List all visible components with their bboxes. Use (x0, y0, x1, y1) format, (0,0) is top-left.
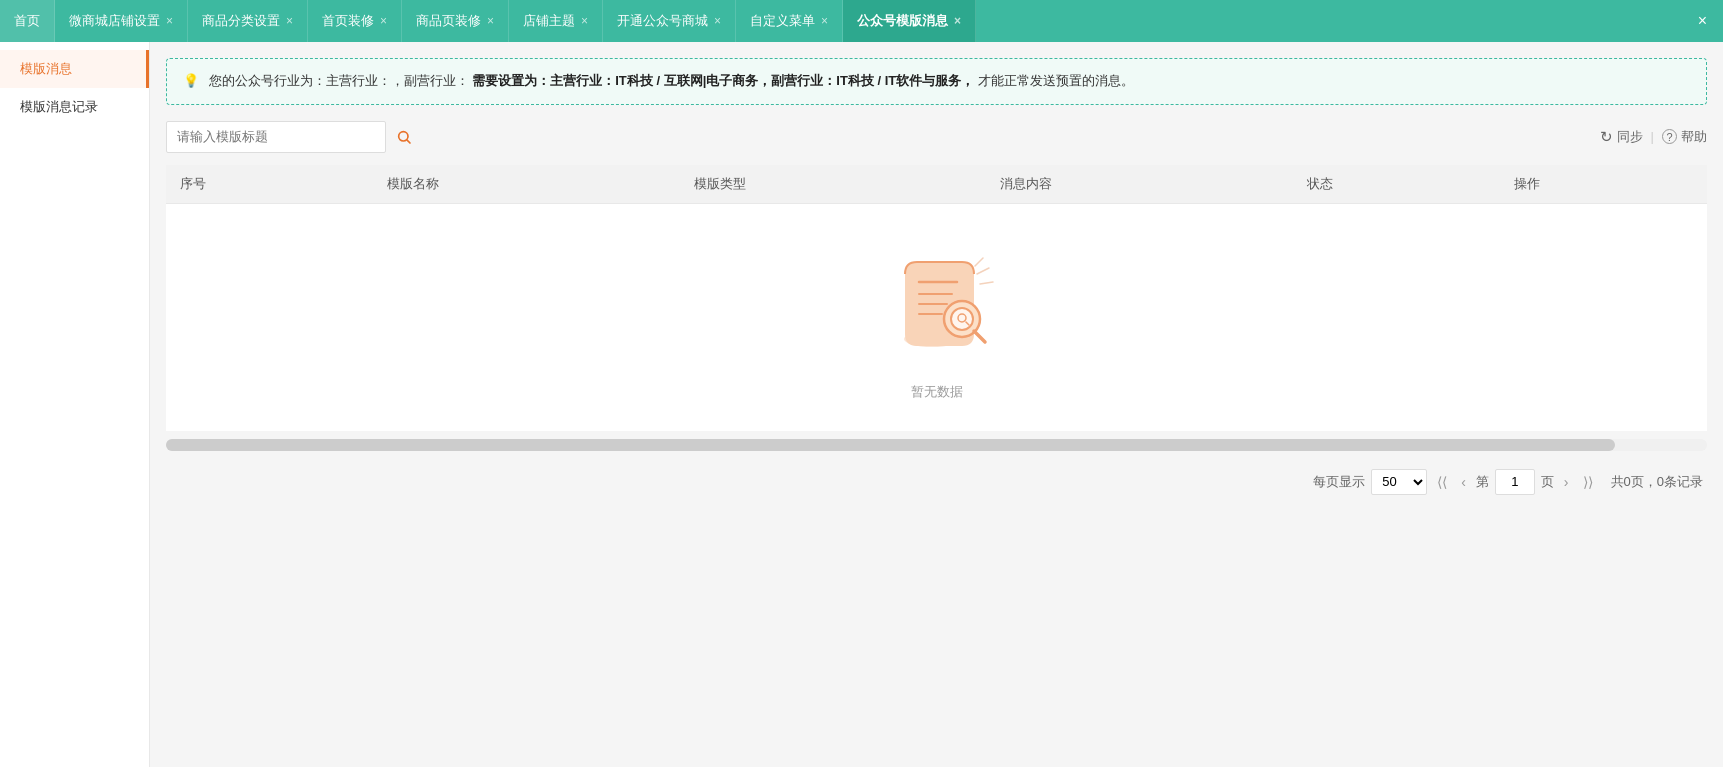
notice-prefix: 您的公众号行业为：主营行业：，副营行业： (209, 73, 469, 88)
notice-box: 💡 您的公众号行业为：主营行业：，副营行业： 需要设置为：主营行业：IT科技 /… (166, 58, 1707, 105)
nav-tab-close[interactable]: × (714, 14, 721, 28)
sync-icon: ↻ (1600, 128, 1613, 146)
nav-tab-product-cat[interactable]: 商品分类设置 × (188, 0, 308, 42)
prev-page-button[interactable]: ‹ (1457, 475, 1470, 489)
nav-tab-close[interactable]: × (286, 14, 293, 28)
nav-tab-open-mall[interactable]: 开通公众号商城 × (603, 0, 736, 42)
nav-tab-label: 首页 (14, 12, 40, 30)
nav-tab-home[interactable]: 首页 (0, 0, 55, 42)
nav-tab-close[interactable]: × (581, 14, 588, 28)
page-di-label: 第 (1476, 473, 1489, 491)
svg-line-14 (975, 258, 983, 266)
notice-suffix: 才能正常发送预置的消息。 (978, 73, 1134, 88)
help-button[interactable]: ? 帮助 (1662, 128, 1707, 146)
nav-tab-label: 首页装修 (322, 12, 374, 30)
svg-line-9 (974, 331, 985, 342)
nav-tab-close[interactable]: × (954, 14, 961, 28)
help-label: 帮助 (1681, 128, 1707, 146)
nav-tab-label: 商品分类设置 (202, 12, 280, 30)
page-size-label: 每页显示 (1313, 473, 1365, 491)
sidebar: 模版消息模版消息记录 (0, 42, 150, 767)
nav-tab-label: 开通公众号商城 (617, 12, 708, 30)
nav-tab-home-decor[interactable]: 首页装修 × (308, 0, 402, 42)
scrollbar-thumb[interactable] (166, 439, 1615, 451)
sidebar-item-template-message[interactable]: 模版消息 (0, 50, 149, 88)
search-bar-right: ↻ 同步 | ? 帮助 (1600, 128, 1707, 146)
nav-tab-label: 自定义菜单 (750, 12, 815, 30)
col-header-index: 序号 (166, 165, 373, 204)
nav-tab-wsc-shop[interactable]: 微商城店铺设置 × (55, 0, 188, 42)
search-input[interactable] (166, 121, 386, 153)
page-size-select[interactable]: 102050100 (1371, 469, 1427, 495)
page-input[interactable] (1495, 469, 1535, 495)
main-layout: 模版消息模版消息记录 💡 您的公众号行业为：主营行业：，副营行业： 需要设置为：… (0, 42, 1723, 767)
first-page-button[interactable]: ⟨⟨ (1433, 475, 1451, 489)
search-bar: ↻ 同步 | ? 帮助 (166, 121, 1707, 153)
nav-tab-custom-menu[interactable]: 自定义菜单 × (736, 0, 843, 42)
page-label: 页 (1541, 473, 1554, 491)
search-icon (396, 129, 412, 145)
notice-highlight: 需要设置为：主营行业：IT科技 / 互联网|电子商务，副营行业：IT科技 / I… (472, 73, 974, 88)
nav-tab-close[interactable]: × (380, 14, 387, 28)
nav-tab-close[interactable]: × (821, 14, 828, 28)
nav-tab-product-decor[interactable]: 商品页装修 × (402, 0, 509, 42)
svg-point-8 (951, 308, 973, 330)
nav-tab-template-msg[interactable]: 公众号模版消息 × (843, 0, 976, 42)
svg-line-13 (980, 282, 993, 284)
col-header-status: 状态 (1293, 165, 1500, 204)
table-body: 暂无数据 (166, 203, 1707, 431)
nav-tab-shop-theme[interactable]: 店铺主题 × (509, 0, 603, 42)
col-header-content: 消息内容 (986, 165, 1293, 204)
data-table: 序号模版名称模版类型消息内容状态操作 (166, 165, 1707, 431)
table-header: 序号模版名称模版类型消息内容状态操作 (166, 165, 1707, 204)
search-bar-left (166, 121, 420, 153)
pagination: 每页显示 102050100 ⟨⟨ ‹ 第 页 › ⟩⟩ 共0页，0条记录 (166, 459, 1707, 505)
notice-icon: 💡 (183, 73, 199, 88)
nav-tab-label: 商品页装修 (416, 12, 481, 30)
sync-label: 同步 (1617, 128, 1643, 146)
sidebar-item-template-record[interactable]: 模版消息记录 (0, 88, 149, 126)
global-close-button[interactable]: × (1682, 0, 1723, 42)
svg-line-12 (977, 268, 989, 274)
empty-state: 暂无数据 (166, 204, 1707, 431)
total-info: 共0页，0条记录 (1611, 473, 1703, 491)
nav-tab-label: 微商城店铺设置 (69, 12, 160, 30)
horizontal-scrollbar[interactable] (166, 439, 1707, 451)
search-button[interactable] (388, 121, 420, 153)
last-page-button[interactable]: ⟩⟩ (1579, 475, 1597, 489)
top-nav: 首页微商城店铺设置×商品分类设置×首页装修×商品页装修×店铺主题×开通公众号商城… (0, 0, 1723, 42)
svg-line-1 (407, 140, 410, 143)
sync-button[interactable]: ↻ 同步 (1600, 128, 1643, 146)
empty-text: 暂无数据 (166, 383, 1707, 401)
nav-tab-close[interactable]: × (166, 14, 173, 28)
help-icon: ? (1662, 129, 1677, 144)
nav-tab-close[interactable]: × (487, 14, 494, 28)
empty-illustration (877, 244, 997, 364)
next-page-button[interactable]: › (1560, 475, 1573, 489)
col-header-action: 操作 (1500, 165, 1707, 204)
toolbar-divider: | (1651, 129, 1654, 144)
col-header-name: 模版名称 (373, 165, 680, 204)
nav-tab-label: 公众号模版消息 (857, 12, 948, 30)
col-header-type: 模版类型 (680, 165, 987, 204)
nav-tab-label: 店铺主题 (523, 12, 575, 30)
content-area: 💡 您的公众号行业为：主营行业：，副营行业： 需要设置为：主营行业：IT科技 /… (150, 42, 1723, 767)
